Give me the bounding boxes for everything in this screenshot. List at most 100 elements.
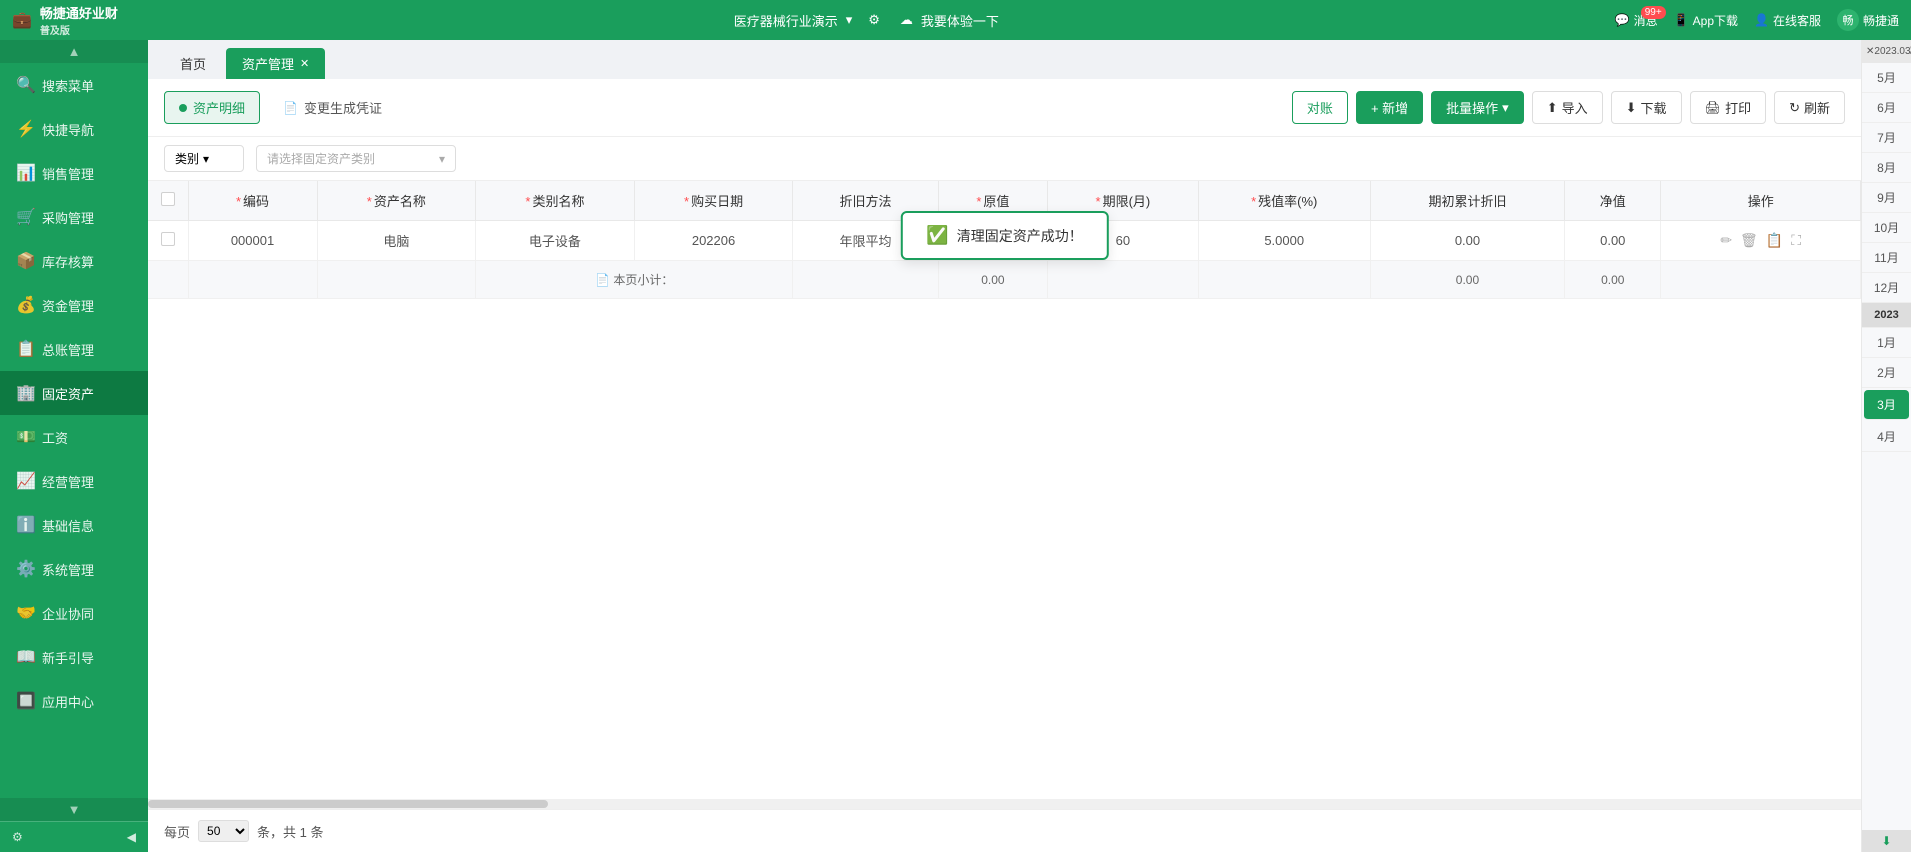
- horizontal-scrollbar[interactable]: [148, 799, 1861, 809]
- calendar-month-5[interactable]: 5月: [1862, 63, 1911, 93]
- more-icon[interactable]: ⛶: [1791, 232, 1801, 249]
- th-checkbox: [148, 181, 188, 221]
- sidebar-item-guide[interactable]: 📖 新手引导: [0, 635, 148, 679]
- th-category: *类别名称: [476, 181, 635, 221]
- operations-icon: 📈: [16, 471, 34, 491]
- calendar-month-4[interactable]: 4月: [1862, 422, 1911, 452]
- refresh-button[interactable]: ↻ 刷新: [1774, 91, 1845, 124]
- sidebar-item-purchase[interactable]: 🛒 采购管理: [0, 195, 148, 239]
- scrollbar-thumb[interactable]: [148, 800, 548, 808]
- sub-tab-change-voucher[interactable]: 📄 变更生成凭证: [268, 91, 397, 124]
- copy-icon[interactable]: 📋: [1766, 232, 1783, 249]
- calendar-month-9[interactable]: 9月: [1862, 183, 1911, 213]
- sub-tab-asset-detail[interactable]: 资产明细: [164, 91, 260, 124]
- company-selector[interactable]: 医疗器械行业演示 ▾ ⚙ ☁ 我要体验一下: [734, 11, 999, 30]
- settings-gear-icon[interactable]: ⚙: [12, 830, 23, 844]
- calendar-month-7[interactable]: 7月: [1862, 123, 1911, 153]
- sidebar-item-cooperation[interactable]: 🤝 企业协同: [0, 591, 148, 635]
- print-button[interactable]: 🖨 打印: [1690, 91, 1767, 124]
- calendar-month-10[interactable]: 10月: [1862, 213, 1911, 243]
- sidebar-nav: 🔍 搜索菜单 ⚡ 快捷导航 📊 销售管理 🛒 采购管理 📦 库存核算 💰: [0, 63, 148, 798]
- chevron-down-icon: ▾: [846, 12, 853, 28]
- sidebar-item-quick-nav[interactable]: ⚡ 快捷导航: [0, 107, 148, 151]
- success-message: 清理固定资产成功！: [957, 226, 1083, 246]
- sidebar-item-label: 固定资产: [42, 384, 94, 403]
- new-button[interactable]: + 新增: [1356, 91, 1423, 124]
- notification-badge: 99+: [1641, 6, 1666, 19]
- calendar-month-3-current[interactable]: 3月: [1864, 390, 1909, 420]
- td-actions: ✏ 🗑 📋 ⛶: [1661, 221, 1861, 261]
- sidebar-scroll-up[interactable]: ▲: [0, 40, 148, 63]
- sidebar-item-system[interactable]: ⚙️ 系统管理: [0, 547, 148, 591]
- calendar-year-2023[interactable]: 2023: [1862, 303, 1911, 328]
- sidebar-item-sales[interactable]: 📊 销售管理: [0, 151, 148, 195]
- sidebar-item-capital[interactable]: 💰 资金管理: [0, 283, 148, 327]
- online-service-button[interactable]: 👤 在线客服: [1754, 12, 1821, 29]
- select-all-checkbox[interactable]: [161, 192, 175, 206]
- td-initial-accumulated-depreciation: 0.00: [1370, 221, 1564, 261]
- sidebar-item-search[interactable]: 🔍 搜索菜单: [0, 63, 148, 107]
- active-dot: [179, 104, 187, 112]
- row-checkbox[interactable]: [161, 232, 175, 246]
- page-content: 资产明细 📄 变更生成凭证 对账 + 新增 批量操作 ▾: [148, 79, 1861, 852]
- sidebar-item-label: 应用中心: [42, 692, 94, 711]
- subtotal-icon: 📄: [595, 273, 610, 287]
- sidebar-scroll-down[interactable]: ▼: [0, 798, 148, 821]
- service-icon: 👤: [1754, 13, 1769, 27]
- table-wrapper: ✅ 清理固定资产成功！ *编码 *资产名称 *类别名称 *购买日期: [148, 181, 1861, 799]
- calendar-month-2[interactable]: 2月: [1862, 358, 1911, 388]
- inventory-icon: 📦: [16, 251, 34, 271]
- reconcile-button[interactable]: 对账: [1292, 91, 1348, 124]
- sidebar-item-salary[interactable]: 💵 工资: [0, 415, 148, 459]
- main-layout: ▲ 🔍 搜索菜单 ⚡ 快捷导航 📊 销售管理 🛒 采购管理 📦 库存核算: [0, 40, 1911, 852]
- delete-icon[interactable]: 🗑: [1740, 232, 1758, 249]
- total-label: 条，共 1 条: [257, 822, 323, 841]
- content-area: 首页 资产管理 ✕ 资产明细 📄 变更生成凭证: [148, 40, 1861, 852]
- sidebar-item-fixed-assets[interactable]: 🏢 固定资产: [0, 371, 148, 415]
- calendar-items: 5月 6月 7月 8月 9月 10月 11月 12月 2023 1月 2月 3月…: [1862, 63, 1911, 830]
- category-filter[interactable]: 类别 ▾: [164, 145, 244, 172]
- import-button[interactable]: ⬆ 导入: [1532, 91, 1603, 124]
- tab-home[interactable]: 首页: [164, 48, 222, 79]
- capital-icon: 💰: [16, 295, 34, 315]
- batch-dropdown-icon: ▾: [1502, 100, 1509, 116]
- user-profile-button[interactable]: 畅 畅捷通: [1837, 9, 1899, 31]
- td-checkbox: [148, 221, 188, 261]
- download-button[interactable]: ⬇ 下载: [1611, 91, 1682, 124]
- app-logo: 💼: [12, 10, 32, 30]
- app-download-button[interactable]: 📱 App下载: [1674, 12, 1738, 29]
- tab-bar: 首页 资产管理 ✕: [148, 40, 1861, 79]
- experience-label[interactable]: 我要体验一下: [921, 11, 999, 30]
- calendar-month-11[interactable]: 11月: [1862, 243, 1911, 273]
- th-code: *编码: [188, 181, 317, 221]
- sidebar-item-label: 采购管理: [42, 208, 94, 227]
- td-subtotal-label: 📄 本页小计：: [476, 261, 793, 299]
- batch-ops-button[interactable]: 批量操作 ▾: [1431, 91, 1524, 124]
- toolbar: 资产明细 📄 变更生成凭证 对账 + 新增 批量操作 ▾: [148, 79, 1861, 137]
- app-center-icon: 🔲: [16, 691, 34, 711]
- settings-icon[interactable]: ⚙: [868, 12, 880, 28]
- sidebar-item-label: 系统管理: [42, 560, 94, 579]
- collapse-sidebar-icon[interactable]: ◀: [127, 830, 136, 844]
- sidebar-item-ledger[interactable]: 📋 总账管理: [0, 327, 148, 371]
- tab-close-icon[interactable]: ✕: [300, 57, 309, 70]
- close-panel-icon[interactable]: ✕: [1866, 46, 1874, 57]
- tab-home-label: 首页: [180, 54, 206, 73]
- calendar-month-6[interactable]: 6月: [1862, 93, 1911, 123]
- asset-category-dropdown[interactable]: 请选择固定资产类别 ▾: [256, 145, 456, 172]
- calendar-month-8[interactable]: 8月: [1862, 153, 1911, 183]
- sidebar-item-basic-info[interactable]: ℹ️ 基础信息: [0, 503, 148, 547]
- tab-asset-mgmt[interactable]: 资产管理 ✕: [226, 48, 325, 79]
- sidebar-item-operations[interactable]: 📈 经营管理: [0, 459, 148, 503]
- edit-icon[interactable]: ✏: [1720, 232, 1732, 249]
- reconcile-label: 对账: [1307, 98, 1333, 117]
- calendar-month-12[interactable]: 12月: [1862, 273, 1911, 303]
- sidebar-item-inventory[interactable]: 📦 库存核算: [0, 239, 148, 283]
- sidebar-item-app-center[interactable]: 🔲 应用中心: [0, 679, 148, 723]
- td-net-value: 0.00: [1565, 221, 1661, 261]
- success-check-icon: ✅: [926, 225, 948, 246]
- scroll-down-icon[interactable]: ⬇: [1881, 834, 1891, 848]
- message-button[interactable]: 💬 消息 99+: [1615, 12, 1658, 29]
- per-page-select[interactable]: 50 10 20 100: [198, 820, 249, 842]
- calendar-month-1[interactable]: 1月: [1862, 328, 1911, 358]
